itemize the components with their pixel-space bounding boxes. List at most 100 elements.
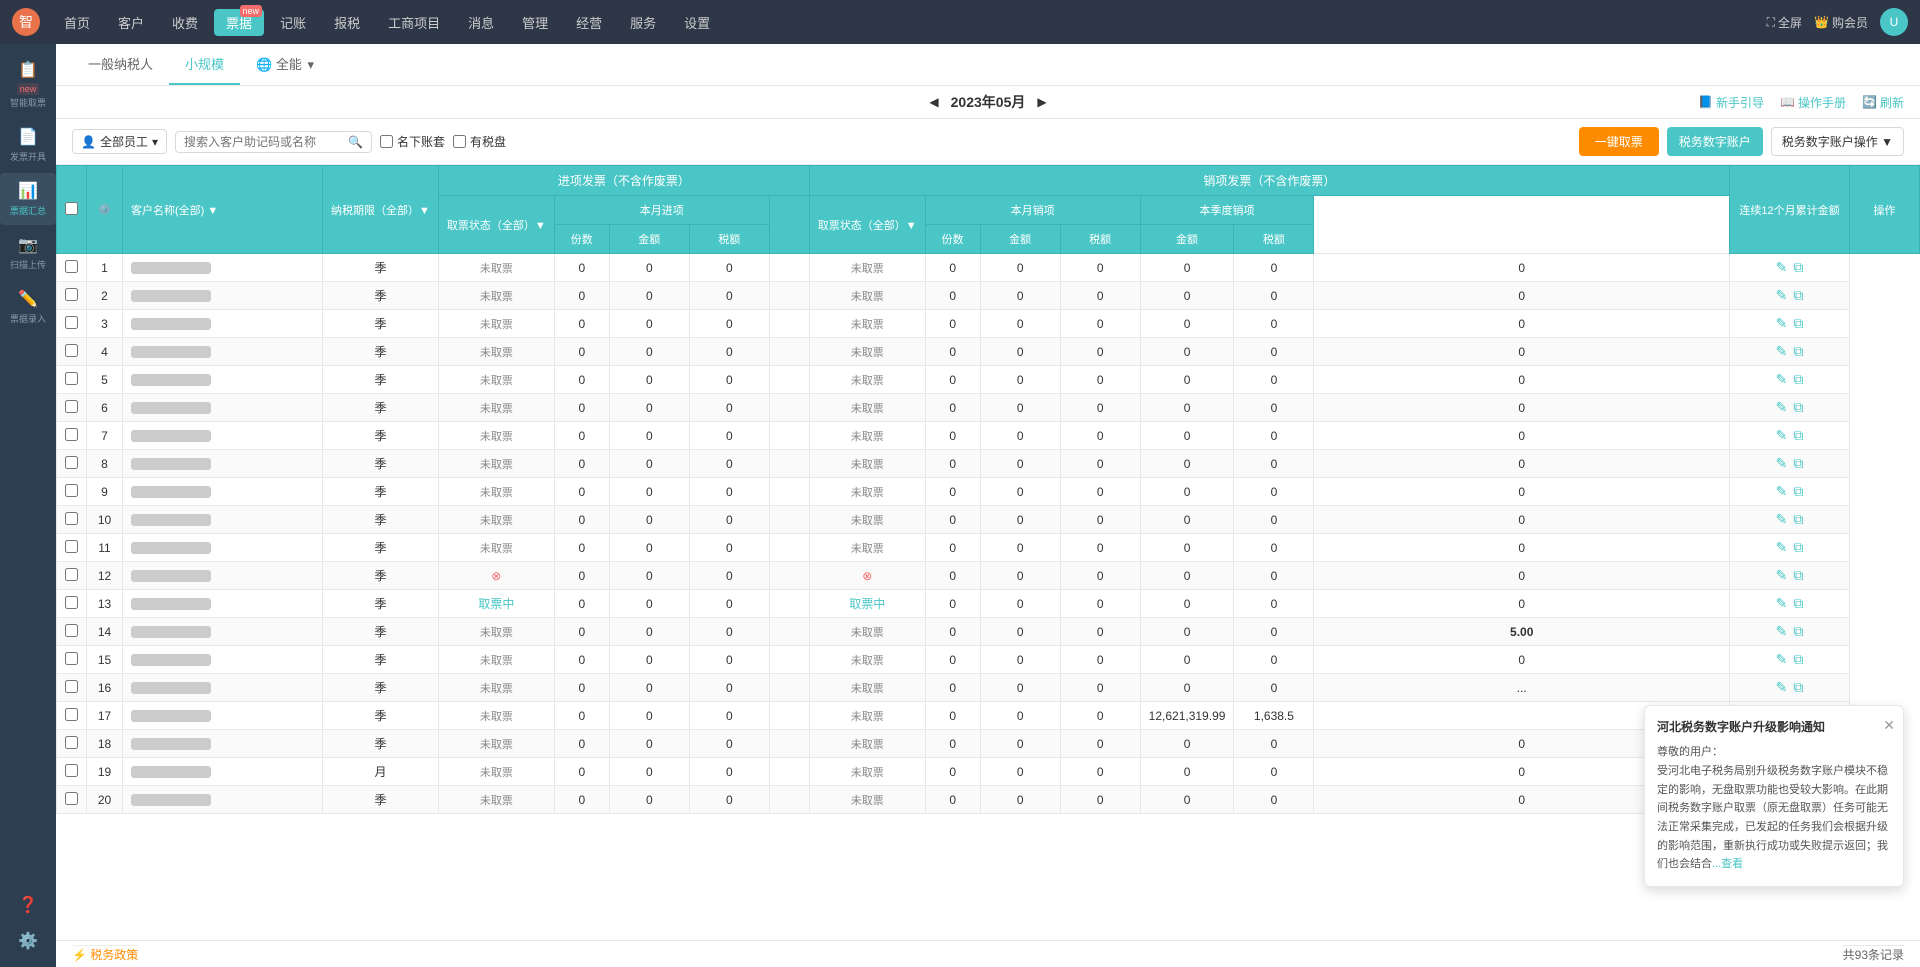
edit-icon[interactable]: ✎ xyxy=(1776,567,1788,584)
header-settings[interactable]: ⚙️ xyxy=(87,166,123,254)
next-period-btn[interactable]: ▶ xyxy=(1037,95,1046,109)
copy-icon[interactable]: ⧉ xyxy=(1793,259,1803,276)
nav-bookkeeping[interactable]: 记账 xyxy=(268,9,318,36)
vip-btn[interactable]: 👑 购会员 xyxy=(1814,14,1868,31)
edit-icon[interactable]: ✎ xyxy=(1776,259,1788,276)
tax-digital-account-btn[interactable]: 税务数字账户 xyxy=(1667,127,1763,156)
copy-icon[interactable]: ⧉ xyxy=(1793,399,1803,416)
nav-business[interactable]: 工商项目 xyxy=(376,9,452,36)
edit-icon[interactable]: ✎ xyxy=(1776,511,1788,528)
edit-icon[interactable]: ✎ xyxy=(1776,399,1788,416)
copy-icon[interactable]: ⧉ xyxy=(1793,595,1803,612)
nav-invoice[interactable]: 票据 new xyxy=(214,9,264,36)
copy-icon[interactable]: ⧉ xyxy=(1793,483,1803,500)
copy-icon[interactable]: ⧉ xyxy=(1793,679,1803,696)
copy-icon[interactable]: ⧉ xyxy=(1793,455,1803,472)
edit-icon[interactable]: ✎ xyxy=(1776,539,1788,556)
fullscreen-btn[interactable]: ⛶ 全屏 xyxy=(1767,14,1802,31)
one-key-ticket-btn[interactable]: 一键取票 xyxy=(1579,127,1659,156)
edit-icon[interactable]: ✎ xyxy=(1776,595,1788,612)
row-checkbox[interactable] xyxy=(65,736,78,749)
row-checkbox[interactable] xyxy=(65,652,78,665)
tab-universal[interactable]: 🌐 全能 ▾ xyxy=(240,44,330,85)
has-tax-disk-checkbox[interactable] xyxy=(453,135,466,148)
nav-operations[interactable]: 经营 xyxy=(564,9,614,36)
row-checkbox[interactable] xyxy=(65,428,78,441)
copy-icon[interactable]: ⧉ xyxy=(1793,315,1803,332)
row-checkbox[interactable] xyxy=(65,316,78,329)
employee-selector[interactable]: 👤 全部员工 ▾ xyxy=(72,129,167,154)
header-out-fetch-status[interactable]: 取票状态（全部）▼ xyxy=(809,196,925,254)
row-checkbox[interactable] xyxy=(65,456,78,469)
sidebar-item-smart-ticket[interactable]: 📋 new 智能取票 xyxy=(0,52,56,117)
refresh-link[interactable]: 🔄 刷新 xyxy=(1862,94,1904,111)
nav-customer[interactable]: 客户 xyxy=(106,9,156,36)
row-checkbox[interactable] xyxy=(65,596,78,609)
row-checkbox[interactable] xyxy=(65,680,78,693)
row-checkbox[interactable] xyxy=(65,792,78,805)
row-checkbox[interactable] xyxy=(65,288,78,301)
nav-manage[interactable]: 管理 xyxy=(510,9,560,36)
notification-close-btn[interactable]: ✕ xyxy=(1883,714,1895,736)
checkbox-subordinate-account[interactable]: 名下账套 xyxy=(380,133,445,150)
nav-message[interactable]: 消息 xyxy=(456,9,506,36)
copy-icon[interactable]: ⧉ xyxy=(1793,623,1803,640)
new-guide-link[interactable]: 📘 新手引导 xyxy=(1698,94,1764,111)
row-checkbox[interactable] xyxy=(65,624,78,637)
header-tax-period[interactable]: 纳税期限（全部）▼ xyxy=(323,166,439,254)
copy-icon[interactable]: ⧉ xyxy=(1793,511,1803,528)
header-in-fetch-status[interactable]: 取票状态（全部）▼ xyxy=(438,196,554,254)
nav-billing[interactable]: 收费 xyxy=(160,9,210,36)
copy-icon[interactable]: ⧉ xyxy=(1793,651,1803,668)
edit-icon[interactable]: ✎ xyxy=(1776,315,1788,332)
tab-small-scale[interactable]: 小规模 xyxy=(169,44,240,85)
edit-icon[interactable]: ✎ xyxy=(1776,427,1788,444)
copy-icon[interactable]: ⧉ xyxy=(1793,567,1803,584)
copy-icon[interactable]: ⧉ xyxy=(1793,539,1803,556)
row-checkbox[interactable] xyxy=(65,484,78,497)
row-checkbox[interactable] xyxy=(65,764,78,777)
sidebar-item-invoice-entry[interactable]: ✏️ 票据录入 xyxy=(0,281,56,333)
sidebar-settings[interactable]: ⚙️ xyxy=(14,923,42,959)
header-customer-name[interactable]: 客户名称(全部) ▼ xyxy=(123,166,323,254)
row-checkbox[interactable] xyxy=(65,400,78,413)
edit-icon[interactable]: ✎ xyxy=(1776,371,1788,388)
row-checkbox[interactable] xyxy=(65,372,78,385)
nav-home[interactable]: 首页 xyxy=(52,9,102,36)
checkbox-has-tax-disk[interactable]: 有税盘 xyxy=(453,133,506,150)
sidebar-item-invoice-summary[interactable]: 📊 票据汇总 xyxy=(0,173,56,225)
tax-policy-link[interactable]: ⚡ 税务政策 xyxy=(72,945,138,963)
nav-taxreport[interactable]: 报税 xyxy=(322,9,372,36)
tax-digital-account-op-btn[interactable]: 税务数字账户操作 ▼ xyxy=(1771,127,1904,156)
copy-icon[interactable]: ⧉ xyxy=(1793,343,1803,360)
search-input[interactable] xyxy=(184,135,344,149)
copy-icon[interactable]: ⧉ xyxy=(1793,371,1803,388)
copy-icon[interactable]: ⧉ xyxy=(1793,287,1803,304)
edit-icon[interactable]: ✎ xyxy=(1776,623,1788,640)
sidebar-item-scan-upload[interactable]: 📷 扫描上传 xyxy=(0,227,56,279)
edit-icon[interactable]: ✎ xyxy=(1776,343,1788,360)
manual-link[interactable]: 📖 操作手册 xyxy=(1780,94,1846,111)
row-checkbox[interactable] xyxy=(65,344,78,357)
nav-settings[interactable]: 设置 xyxy=(672,9,722,36)
edit-icon[interactable]: ✎ xyxy=(1776,651,1788,668)
tab-general-taxpayer[interactable]: 一般纳税人 xyxy=(72,44,169,85)
table-container[interactable]: ⚙️ 客户名称(全部) ▼ 纳税期限（全部）▼ 进项发票（不含作废票） 销项发票… xyxy=(56,165,1920,940)
row-checkbox[interactable] xyxy=(65,512,78,525)
subordinate-account-checkbox[interactable] xyxy=(380,135,393,148)
sidebar-help[interactable]: ❓ xyxy=(14,887,42,923)
row-checkbox[interactable] xyxy=(65,540,78,553)
edit-icon[interactable]: ✎ xyxy=(1776,483,1788,500)
row-checkbox[interactable] xyxy=(65,708,78,721)
edit-icon[interactable]: ✎ xyxy=(1776,287,1788,304)
edit-icon[interactable]: ✎ xyxy=(1776,679,1788,696)
row-checkbox[interactable] xyxy=(65,568,78,581)
copy-icon[interactable]: ⧉ xyxy=(1793,427,1803,444)
search-icon[interactable]: 🔍 xyxy=(348,135,363,149)
edit-icon[interactable]: ✎ xyxy=(1776,455,1788,472)
select-all-checkbox[interactable] xyxy=(65,202,78,215)
prev-period-btn[interactable]: ◀ xyxy=(929,95,938,109)
notification-more-link[interactable]: ...查看 xyxy=(1712,858,1743,870)
user-avatar[interactable]: U xyxy=(1880,8,1908,36)
sidebar-item-invoice-open[interactable]: 📄 发票开具 xyxy=(0,119,56,171)
